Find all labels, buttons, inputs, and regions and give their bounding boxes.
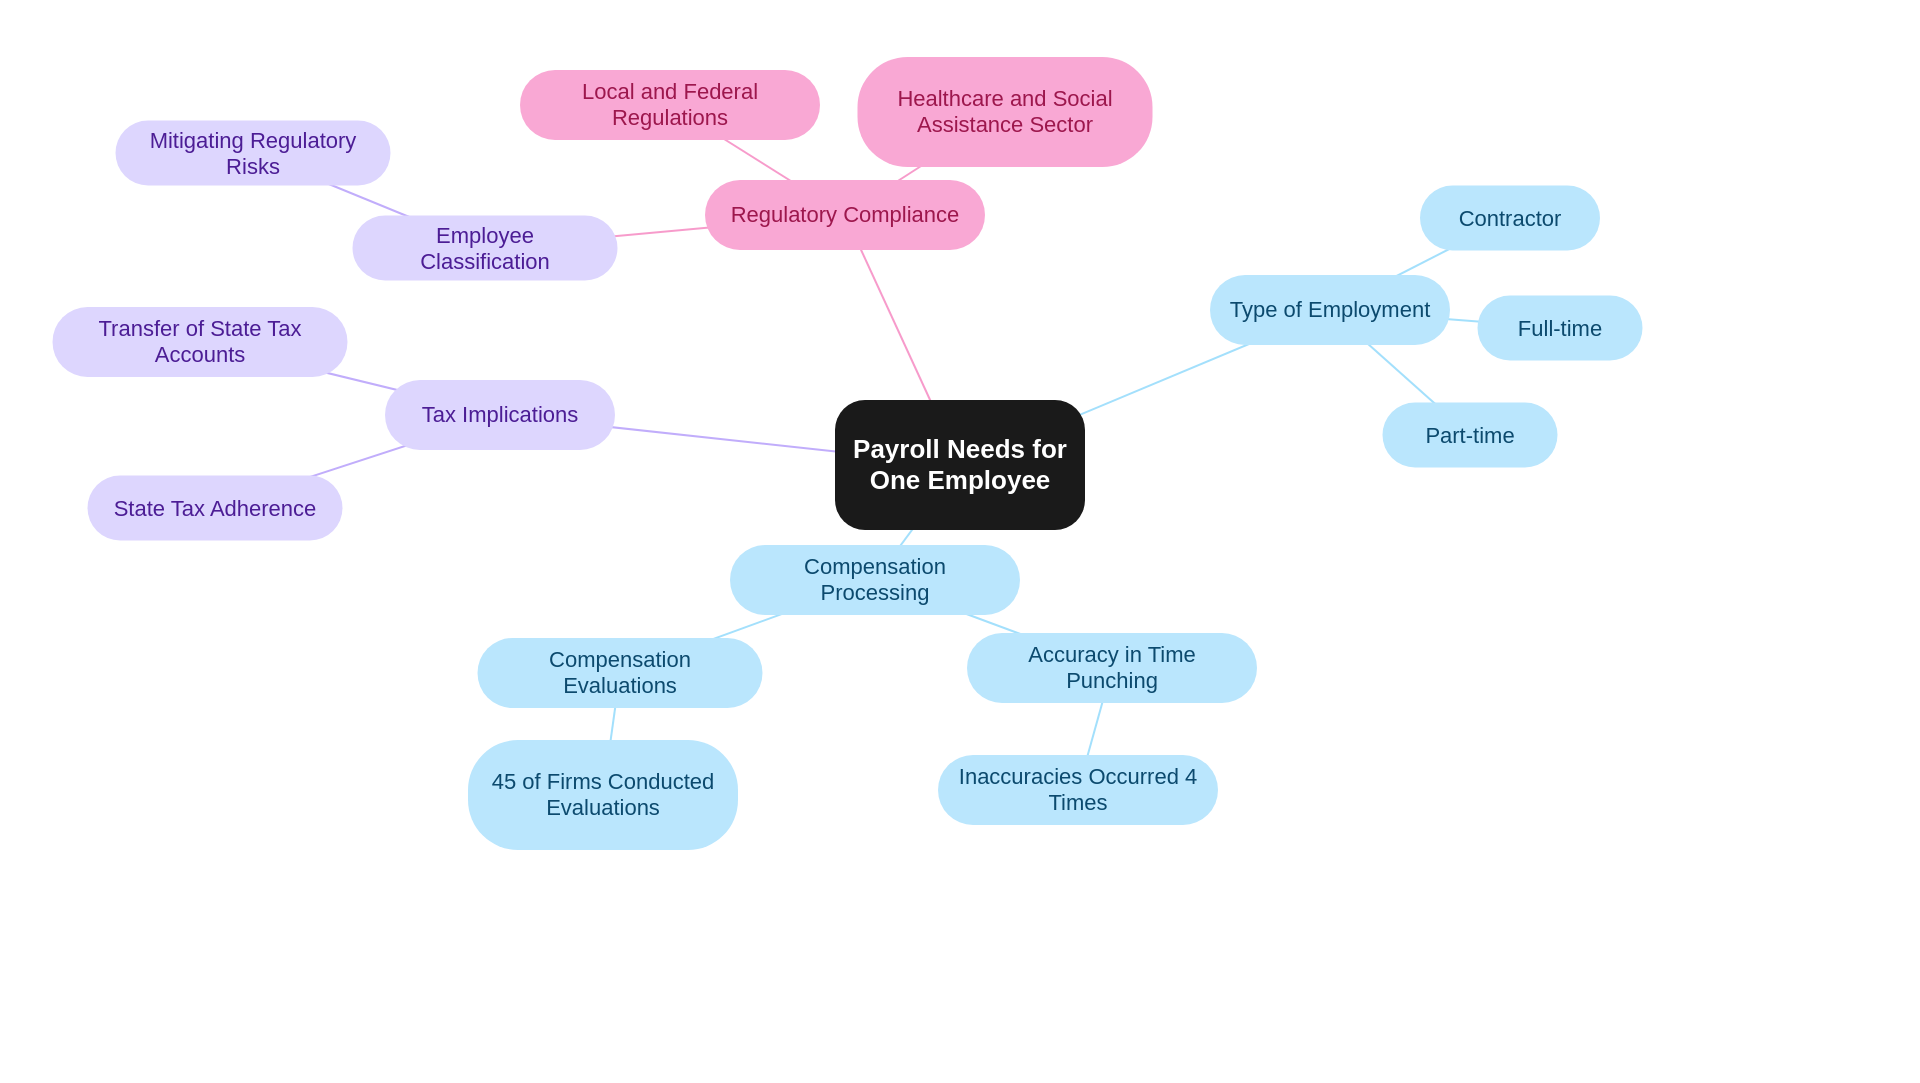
center-node[interactable]: Payroll Needs for One Employee [835,400,1085,530]
node-full-time[interactable]: Full-time [1478,296,1643,361]
node-local-federal[interactable]: Local and Federal Regulations [520,70,820,140]
node-accuracy-time[interactable]: Accuracy in Time Punching [967,633,1257,703]
node-tax-implications[interactable]: Tax Implications [385,380,615,450]
node-45-firms[interactable]: 45 of Firms Conducted Evaluations [468,740,738,850]
node-part-time[interactable]: Part-time [1383,403,1558,468]
node-compensation-evaluations[interactable]: Compensation Evaluations [478,638,763,708]
node-regulatory-compliance[interactable]: Regulatory Compliance [705,180,985,250]
node-employee-classification[interactable]: Employee Classification [353,216,618,281]
mindmap-container: Payroll Needs for One Employee Local and … [0,0,1920,1083]
node-transfer-state[interactable]: Transfer of State Tax Accounts [53,307,348,377]
node-state-tax[interactable]: State Tax Adherence [88,476,343,541]
node-type-employment[interactable]: Type of Employment [1210,275,1450,345]
node-contractor[interactable]: Contractor [1420,186,1600,251]
node-mitigating[interactable]: Mitigating Regulatory Risks [116,121,391,186]
node-healthcare[interactable]: Healthcare and Social Assistance Sector [858,57,1153,167]
node-compensation-processing[interactable]: Compensation Processing [730,545,1020,615]
node-inaccuracies[interactable]: Inaccuracies Occurred 4 Times [938,755,1218,825]
